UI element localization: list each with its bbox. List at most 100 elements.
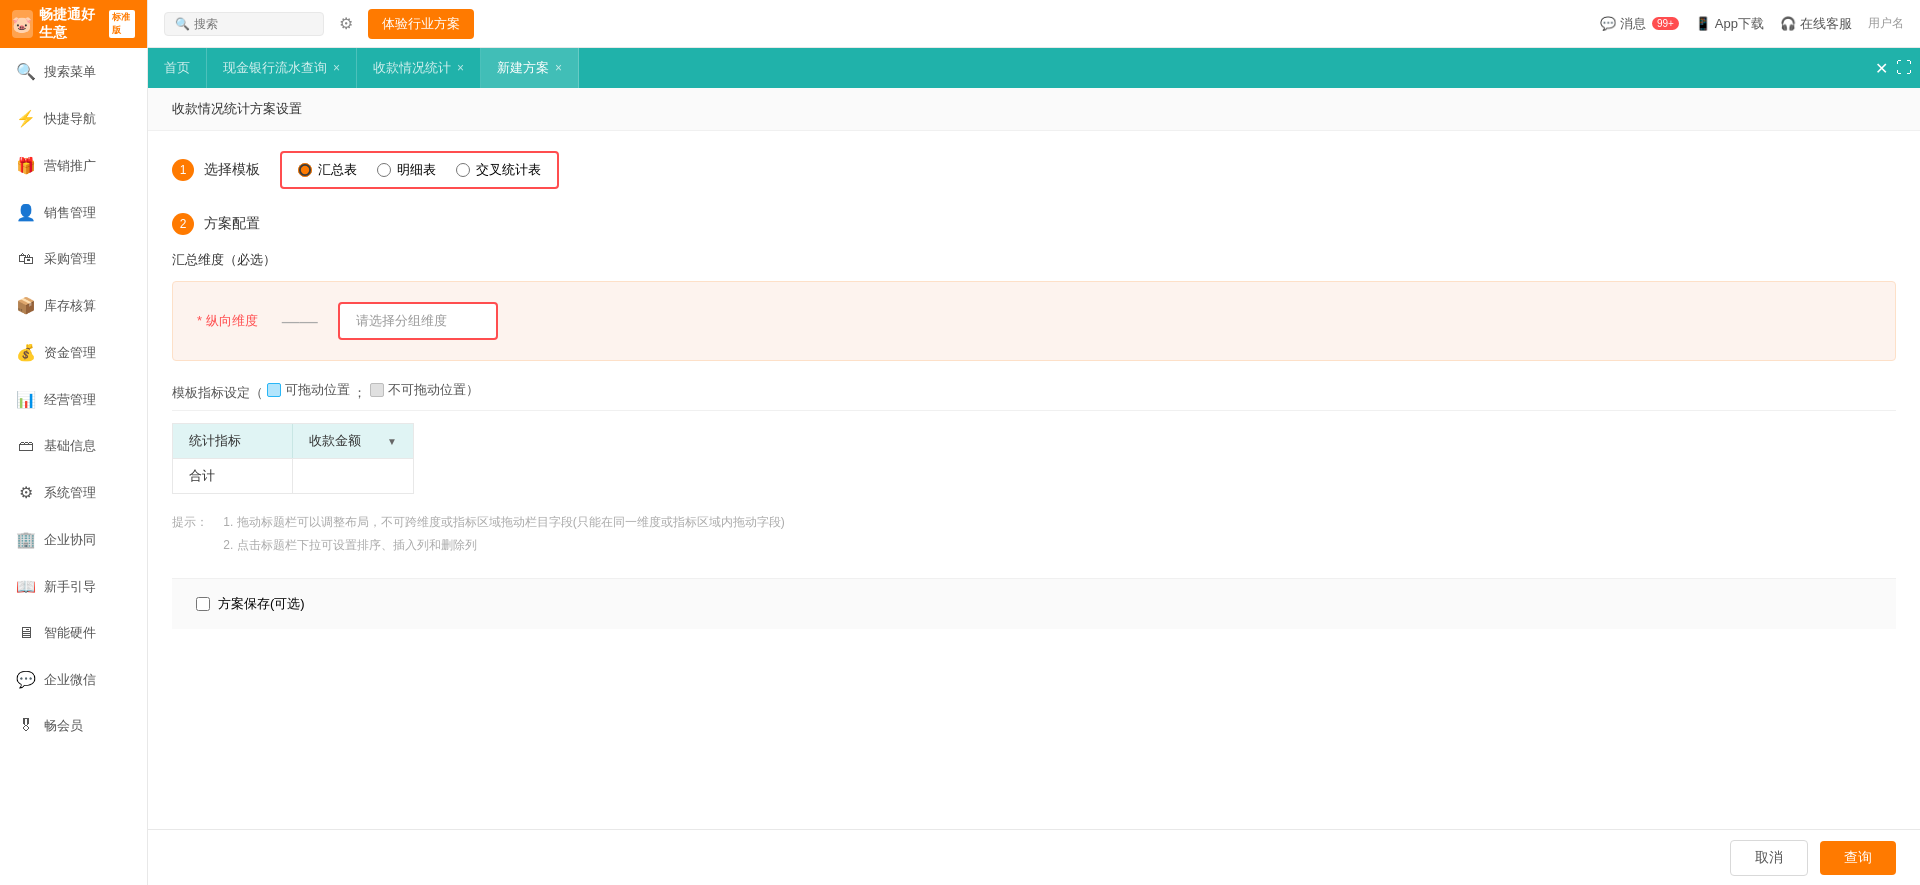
search-input[interactable] bbox=[194, 17, 314, 31]
indicator-title: 模板指标设定（ 可拖动位置 ； 不可拖动位置） bbox=[172, 381, 479, 402]
cancel-button[interactable]: 取消 bbox=[1730, 840, 1808, 876]
dimension-area: * 纵向维度 —— 请选择分组维度 bbox=[172, 281, 1896, 361]
header-right: 💬 消息 99+ 📱 App下载 🎧 在线客服 用户名 bbox=[1600, 15, 1904, 33]
sidebar-item-marketing[interactable]: 🎁 营销推广 bbox=[0, 142, 147, 189]
step2-num: 2 bbox=[172, 213, 194, 235]
tip-prefix: 提示： bbox=[172, 515, 220, 529]
tab-home[interactable]: 首页 bbox=[148, 48, 207, 88]
stat-col-collect-amount[interactable]: 收款金额 ▼ bbox=[293, 424, 413, 458]
sidebar-item-ops[interactable]: 📊 经营管理 bbox=[0, 376, 147, 423]
template-select-area: 汇总表 明细表 交叉统计表 bbox=[280, 151, 559, 189]
sidebar-item-label: 搜索菜单 bbox=[44, 63, 96, 81]
radio-detail[interactable]: 明细表 bbox=[377, 161, 436, 179]
step2-label: 方案配置 bbox=[204, 215, 260, 233]
sidebar-item-label: 畅会员 bbox=[44, 717, 83, 735]
save-plan-input[interactable] bbox=[196, 597, 210, 611]
download-button[interactable]: 📱 App下载 bbox=[1695, 15, 1764, 33]
sidebar-item-member[interactable]: 🎖 畅会员 bbox=[0, 703, 147, 749]
sidebar-item-basic[interactable]: 🗃 基础信息 bbox=[0, 423, 147, 469]
tab-new-plan-close-icon[interactable]: × bbox=[555, 61, 562, 75]
sidebar-item-label: 资金管理 bbox=[44, 344, 96, 362]
step2-row: 2 方案配置 bbox=[172, 213, 1896, 235]
edition-badge: 标准版 bbox=[109, 10, 135, 38]
vertical-label: * 纵向维度 bbox=[197, 312, 258, 330]
inventory-icon: 📦 bbox=[16, 296, 36, 315]
dimension-select[interactable]: 请选择分组维度 bbox=[338, 302, 498, 340]
sidebar-item-inventory[interactable]: 📦 库存核算 bbox=[0, 282, 147, 329]
radio-cross[interactable]: 交叉统计表 bbox=[456, 161, 541, 179]
stat-cell-total: 合计 bbox=[173, 459, 293, 493]
content-area: 收款情况统计方案设置 1 选择模板 汇总表 bbox=[148, 88, 1920, 885]
service-button[interactable]: 🎧 在线客服 bbox=[1780, 15, 1852, 33]
radio-summary-input[interactable] bbox=[298, 163, 312, 177]
radio-cross-input[interactable] bbox=[456, 163, 470, 177]
sidebar-item-label: 基础信息 bbox=[44, 437, 96, 455]
sales-icon: 👤 bbox=[16, 203, 36, 222]
tip-spacer bbox=[172, 538, 220, 552]
download-icon: 📱 bbox=[1695, 16, 1711, 31]
tabs-bar-actions: ✕ ⛶ bbox=[1867, 48, 1920, 88]
marketing-icon: 🎁 bbox=[16, 156, 36, 175]
message-label: 消息 bbox=[1620, 15, 1646, 33]
tip-item-1: 提示： 1. 拖动标题栏可以调整布局，不可跨维度或指标区域拖动栏目字段(只能在同… bbox=[172, 514, 1896, 531]
radio-summary-label: 汇总表 bbox=[318, 161, 357, 179]
sidebar-item-label: 库存核算 bbox=[44, 297, 96, 315]
query-button[interactable]: 查询 bbox=[1820, 841, 1896, 875]
sidebar-item-quick-nav[interactable]: ⚡ 快捷导航 bbox=[0, 95, 147, 142]
header-search[interactable]: 🔍 bbox=[164, 12, 324, 36]
sidebar-item-label: 营销推广 bbox=[44, 157, 96, 175]
dimension-title: 汇总维度（必选） bbox=[172, 251, 1896, 269]
tab-expand-icon[interactable]: ⛶ bbox=[1896, 59, 1912, 77]
corp-icon: 🏢 bbox=[16, 530, 36, 549]
save-plan-checkbox[interactable]: 方案保存(可选) bbox=[196, 595, 1872, 613]
radio-summary[interactable]: 汇总表 bbox=[298, 161, 357, 179]
form-section: 1 选择模板 汇总表 明细表 bbox=[148, 131, 1920, 649]
dimension-row: * 纵向维度 —— 请选择分组维度 bbox=[197, 302, 1871, 340]
radio-detail-input[interactable] bbox=[377, 163, 391, 177]
stat-label: 统计指标 bbox=[189, 432, 241, 450]
sidebar-item-finance[interactable]: 💰 资金管理 bbox=[0, 329, 147, 376]
tab-new-plan[interactable]: 新建方案 × bbox=[481, 48, 579, 88]
sidebar-item-label: 系统管理 bbox=[44, 484, 96, 502]
legend-separator: ； bbox=[353, 385, 366, 400]
sidebar-item-label: 快捷导航 bbox=[44, 110, 96, 128]
industry-plan-button[interactable]: 体验行业方案 bbox=[368, 9, 474, 39]
stat-label-header: 统计指标 bbox=[173, 424, 293, 458]
arrow: —— bbox=[282, 311, 318, 332]
tab-collect-stat-label: 收款情况统计 bbox=[373, 59, 451, 77]
logo-icon: 🐷 bbox=[12, 10, 33, 38]
sidebar-item-sales[interactable]: 👤 销售管理 bbox=[0, 189, 147, 236]
message-button[interactable]: 💬 消息 99+ bbox=[1600, 15, 1679, 33]
search-menu-icon: 🔍 bbox=[16, 62, 36, 81]
search-icon: 🔍 bbox=[175, 17, 190, 31]
service-label: 在线客服 bbox=[1800, 15, 1852, 33]
message-icon: 💬 bbox=[1600, 16, 1616, 31]
settings-icon[interactable]: ⚙ bbox=[332, 10, 360, 38]
tab-collect-stat[interactable]: 收款情况统计 × bbox=[357, 48, 481, 88]
sidebar-item-system[interactable]: ⚙ 系统管理 bbox=[0, 469, 147, 516]
tab-bank-flow-close-icon[interactable]: × bbox=[333, 61, 340, 75]
basic-icon: 🗃 bbox=[16, 437, 36, 455]
tip-text-2: 2. 点击标题栏下拉可设置排序、插入列和删除列 bbox=[223, 538, 476, 552]
sidebar-item-label: 企业微信 bbox=[44, 671, 96, 689]
radio-detail-label: 明细表 bbox=[397, 161, 436, 179]
sidebar-item-search-menu[interactable]: 🔍 搜索菜单 bbox=[0, 48, 147, 95]
tab-collect-stat-close-icon[interactable]: × bbox=[457, 61, 464, 75]
collect-amount-chevron-icon[interactable]: ▼ bbox=[387, 436, 397, 447]
total-label: 合计 bbox=[189, 468, 215, 483]
sidebar-item-guide[interactable]: 📖 新手引导 bbox=[0, 563, 147, 610]
sidebar-item-wechat[interactable]: 💬 企业微信 bbox=[0, 656, 147, 703]
save-plan-label: 方案保存(可选) bbox=[218, 595, 305, 613]
tab-close-all-icon[interactable]: ✕ bbox=[1875, 59, 1888, 78]
main-content: 收款情况统计方案设置 1 选择模板 汇总表 bbox=[148, 88, 1920, 885]
sidebar-item-label: 新手引导 bbox=[44, 578, 96, 596]
sidebar-item-corp[interactable]: 🏢 企业协同 bbox=[0, 516, 147, 563]
sidebar-item-purchase[interactable]: 🛍 采购管理 bbox=[0, 236, 147, 282]
legend-movable-box bbox=[267, 383, 281, 397]
quick-nav-icon: ⚡ bbox=[16, 109, 36, 128]
tab-bank-flow[interactable]: 现金银行流水查询 × bbox=[207, 48, 357, 88]
tabs-bar: 首页 现金银行流水查询 × 收款情况统计 × 新建方案 × ✕ ⛶ bbox=[148, 48, 1920, 88]
sidebar: 🐷 畅捷通好生意 标准版 🔍 搜索菜单 ⚡ 快捷导航 🎁 营销推广 👤 销售管理… bbox=[0, 0, 148, 885]
header: 🔍 ⚙ 体验行业方案 💬 消息 99+ 📱 App下载 🎧 在线客服 用户名 bbox=[148, 0, 1920, 48]
sidebar-item-hardware[interactable]: 🖥 智能硬件 bbox=[0, 610, 147, 656]
